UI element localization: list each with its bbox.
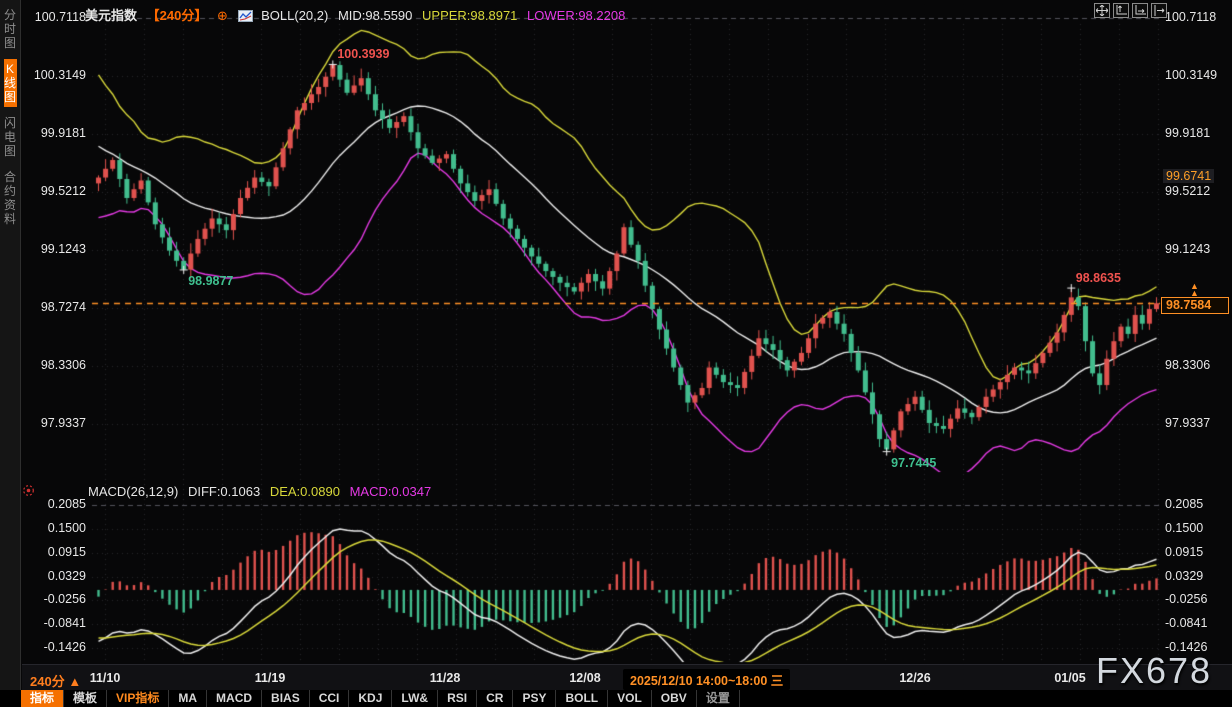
macd-axis-right-1: 0.1500 [1165,521,1203,535]
sidebar-tab-0[interactable]: 分时图 [4,5,17,53]
toolbar-item-5[interactable]: BIAS [262,690,310,707]
toolbar-item-15[interactable]: 设置 [697,690,740,707]
macd-axis-left-3: 0.0329 [26,569,86,583]
price-axis-left-0: 100.7118 [26,10,86,24]
extreme-price-marker-1: 98.9877 [188,274,233,288]
extreme-price-marker-0: 100.3939 [337,47,389,61]
toolbar-item-3[interactable]: MA [169,690,207,707]
current-bar-time-badge: 2025/12/10 14:00~18:00 三 [623,669,790,690]
main-chart-header: 美元指数 【240分】 ⊕ BOLL(20,2) MID:98.5590 UPP… [85,5,631,25]
toolbar-item-7[interactable]: KDJ [349,690,392,707]
time-tick-2: 11/28 [430,671,461,685]
toolbar-item-2[interactable]: VIP指标 [107,690,169,707]
boll-mid-value: MID:98.5590 [338,8,412,23]
time-tick-3: 12/08 [569,671,600,685]
chart-type-sidebar: 分时图 K线图闪电图合约资料 [0,0,21,690]
toolbar-item-0[interactable]: 指标 [21,690,64,707]
price-axis-right-0: 100.7118 [1165,10,1216,24]
time-tick-5: 01/05 [1054,671,1085,685]
price-axis-left-5: 98.7274 [26,300,86,314]
price-axis-right-7: 97.9337 [1165,416,1210,430]
toolbar-item-12[interactable]: BOLL [556,690,608,707]
shift-right-icon[interactable] [1151,3,1167,18]
pan-icon[interactable] [1094,3,1110,18]
macd-axis-right-3: 0.0329 [1165,569,1203,583]
macd-diff-value: DIFF:0.1063 [188,484,260,499]
kline-indicator-icon[interactable] [238,10,253,25]
price-axis-right-1: 100.3149 [1165,68,1217,82]
current-price-badge: 98.7584 [1161,297,1229,314]
toolbar-item-10[interactable]: CR [477,690,513,707]
price-axis-left-6: 98.3306 [26,358,86,372]
chart-window: 分时图 K线图闪电图合约资料 美元指数 【240分】 ⊕ BOLL(20,2) M… [0,0,1232,707]
macd-axis-left-4: -0.0256 [26,592,86,606]
macd-dea-value: DEA:0.0890 [270,484,340,499]
fx678-watermark: FX678 [1096,650,1212,692]
zoom-horizontal-axis-icon[interactable] [1132,3,1148,18]
toolbar-item-11[interactable]: PSY [513,690,556,707]
price-up-arrows-icon: ▲▲ [1190,283,1199,297]
circle-plus-icon[interactable]: ⊕ [217,8,228,23]
triangle-up-icon: ▲ [68,674,81,689]
price-axis-right-2: 99.9181 [1165,126,1210,140]
boll-title: BOLL(20,2) [261,8,328,23]
symbol-name: 美元指数 [85,8,137,23]
period-label: 【240分】 [147,8,208,23]
toolbar-item-13[interactable]: VOL [608,690,652,707]
price-axis-left-1: 100.3149 [26,68,86,82]
time-tick-0: 11/10 [90,671,121,685]
time-axis: 240分 ▲ 11/10 11/19 11/28 12/08 12/26 01/05 20… [22,664,1232,690]
toolbar-item-9[interactable]: RSI [438,690,477,707]
price-axis-right-6: 98.3306 [1165,358,1210,372]
macd-axis-left-0: 0.2085 [26,497,86,511]
sidebar-tab-1[interactable]: K线图 [4,59,17,107]
macd-title: MACD(26,12,9) [88,484,178,499]
toolbar-item-1[interactable]: 模板 [64,690,107,707]
boll-upper-value: UPPER:98.8971 [422,8,517,23]
price-axis-right-4: 99.1243 [1165,242,1210,256]
price-axis-left-4: 99.1243 [26,242,86,256]
extreme-price-marker-2: 97.7445 [891,456,936,470]
toolbar-item-8[interactable]: LW& [392,690,438,707]
price-axis-left-2: 99.9181 [26,126,86,140]
sidebar-tab-3[interactable]: 合约资料 [4,167,17,229]
extreme-price-marker-3: 98.8635 [1076,271,1121,285]
chart-scale-controls [1094,3,1167,18]
zoom-vertical-axis-icon[interactable] [1113,3,1129,18]
toolbar-item-4[interactable]: MACD [207,690,262,707]
kline-chart-canvas[interactable] [0,0,1232,690]
price-axis-left-7: 97.9337 [26,416,86,430]
boll-lower-value: LOWER:98.2208 [527,8,625,23]
indicator-target-icon[interactable] [22,484,35,502]
toolbar-item-14[interactable]: OBV [652,690,697,707]
macd-axis-right-4: -0.0256 [1165,592,1207,606]
price-axis-right-3: 99.5212 [1165,184,1210,198]
time-tick-4: 12/26 [899,671,930,685]
macd-axis-right-5: -0.0841 [1165,616,1207,630]
macd-axis-right-2: 0.0915 [1165,545,1203,559]
indicator-toolbar: 指标模板VIP指标MAMACDBIASCCIKDJLW&RSICRPSYBOLL… [0,690,1232,707]
macd-axis-left-6: -0.1426 [26,640,86,654]
macd-axis-left-2: 0.0915 [26,545,86,559]
alert-level-label: 99.6741 [1163,169,1214,183]
macd-macd-value: MACD:0.0347 [350,484,432,499]
price-axis-left-3: 99.5212 [26,184,86,198]
period-chip[interactable]: 240分 ▲ [30,671,81,690]
toolbar-item-6[interactable]: CCI [310,690,350,707]
macd-axis-left-5: -0.0841 [26,616,86,630]
time-tick-1: 11/19 [255,671,286,685]
macd-axis-right-0: 0.2085 [1165,497,1203,511]
macd-header: MACD(26,12,9) DIFF:0.1063 DEA:0.0890 MAC… [88,484,437,499]
sidebar-tab-2[interactable]: 闪电图 [4,113,17,161]
macd-axis-left-1: 0.1500 [26,521,86,535]
